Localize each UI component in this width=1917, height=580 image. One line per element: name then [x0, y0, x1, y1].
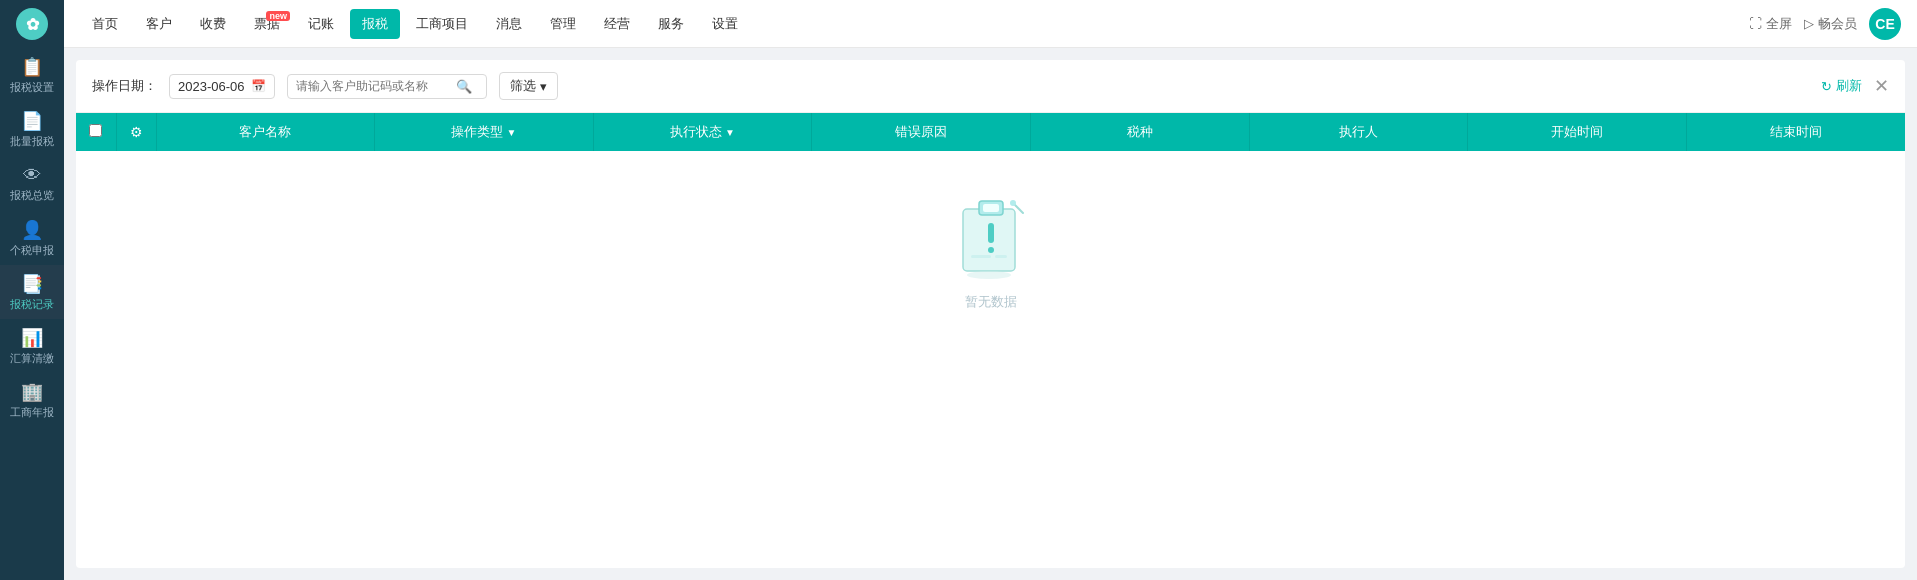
search-input-wrap: 🔍 [287, 74, 487, 99]
th-settings: ⚙ [116, 113, 156, 151]
topnav-right: ⛶ 全屏 ▷ 畅会员 CE [1749, 8, 1901, 40]
nav-item-jingying[interactable]: 经营 [592, 9, 642, 39]
svg-rect-2 [983, 204, 999, 212]
nav-item-home[interactable]: 首页 [80, 9, 130, 39]
refresh-label: 刷新 [1836, 77, 1862, 95]
sort-icon-operation_type: ▼ [506, 127, 516, 138]
svg-rect-8 [995, 255, 1007, 258]
close-btn[interactable]: ✕ [1874, 77, 1889, 95]
nav-item-fuwu[interactable]: 服务 [646, 9, 696, 39]
sidebar-icon-geshui-shenbao: 👤 [21, 219, 43, 241]
nav-item-piaoju[interactable]: 票据new [242, 9, 292, 39]
content: 操作日期： 2023-06-06 📅 🔍 筛选 ▾ ↻ 刷新 [64, 48, 1917, 580]
sidebar-item-baoshui-jilu[interactable]: 📑 报税记录 [0, 265, 64, 319]
date-value: 2023-06-06 [178, 79, 245, 94]
member-icon: ▷ [1804, 16, 1814, 31]
nav-item-customer[interactable]: 客户 [134, 9, 184, 39]
svg-point-9 [967, 271, 1011, 279]
th-exec_status[interactable]: 执行状态▼ [593, 113, 812, 151]
content-panel: 操作日期： 2023-06-06 📅 🔍 筛选 ▾ ↻ 刷新 [76, 60, 1905, 568]
nav-item-guanli[interactable]: 管理 [538, 9, 588, 39]
topnav-items: 首页客户收费票据new记账报税工商项目消息管理经营服务设置 [80, 9, 1749, 39]
nav-item-shezhi[interactable]: 设置 [700, 9, 750, 39]
search-input[interactable] [296, 79, 456, 93]
svg-rect-4 [988, 247, 994, 253]
nav-item-gongshang[interactable]: 工商项目 [404, 9, 480, 39]
th-customer_name: 客户名称 [156, 113, 375, 151]
member-btn[interactable]: ▷ 畅会员 [1804, 15, 1857, 33]
sidebar-icon-gongshang-nianbao: 🏢 [21, 381, 43, 403]
sidebar-icon-huisuan-jiaona: 📊 [21, 327, 43, 349]
refresh-btn[interactable]: ↻ 刷新 [1821, 77, 1862, 95]
nav-item-shoufei[interactable]: 收费 [188, 9, 238, 39]
sidebar: ✿ 📋 报税设置 📄 批量报税 👁 报税总览 👤 个税申报 📑 报税记录 📊 汇… [0, 0, 64, 580]
date-label: 操作日期： [92, 77, 157, 95]
th-operation_type[interactable]: 操作类型▼ [375, 113, 594, 151]
sidebar-label-baoshui-zonlan: 报税总览 [10, 189, 54, 202]
nav-badge-piaoju: new [266, 11, 290, 21]
date-input[interactable]: 2023-06-06 📅 [169, 74, 275, 99]
svg-rect-3 [988, 223, 994, 243]
empty-illustration [951, 191, 1031, 281]
chevron-down-icon: ▾ [540, 79, 547, 94]
sidebar-label-piliang-baoshui: 批量报税 [10, 135, 54, 148]
table-wrap: ⚙ 客户名称操作类型▼执行状态▼错误原因税种执行人开始时间结束时间 [76, 113, 1905, 568]
member-label: 畅会员 [1818, 15, 1857, 33]
refresh-icon: ↻ [1821, 79, 1832, 94]
th-tax_type: 税种 [1031, 113, 1250, 151]
search-icon: 🔍 [456, 79, 472, 94]
calendar-icon: 📅 [251, 79, 266, 93]
sidebar-item-huisuan-jiaona[interactable]: 📊 汇算清缴 [0, 319, 64, 373]
avatar[interactable]: CE [1869, 8, 1901, 40]
sidebar-item-baoshui-shezhi[interactable]: 📋 报税设置 [0, 48, 64, 102]
sidebar-icon-baoshui-shezhi: 📋 [21, 56, 43, 78]
th-end_time: 结束时间 [1686, 113, 1905, 151]
nav-item-jizhang[interactable]: 记账 [296, 9, 346, 39]
th-start_time: 开始时间 [1468, 113, 1687, 151]
svg-point-6 [1010, 200, 1016, 206]
th-executor: 执行人 [1249, 113, 1468, 151]
sidebar-logo: ✿ [0, 0, 64, 48]
topnav: 首页客户收费票据new记账报税工商项目消息管理经营服务设置 ⛶ 全屏 ▷ 畅会员… [64, 0, 1917, 48]
svg-rect-7 [971, 255, 991, 258]
sidebar-label-baoshui-shezhi: 报税设置 [10, 81, 54, 94]
sort-icon-exec_status: ▼ [725, 127, 735, 138]
sidebar-label-huisuan-jiaona: 汇算清缴 [10, 352, 54, 365]
select-all-checkbox[interactable] [89, 124, 102, 137]
sidebar-icon-piliang-baoshui: 📄 [21, 110, 43, 132]
filter-label: 筛选 [510, 77, 536, 95]
nav-item-baoshui[interactable]: 报税 [350, 9, 400, 39]
sidebar-item-baoshui-zonlan[interactable]: 👁 报税总览 [0, 156, 64, 210]
filter-btn[interactable]: 筛选 ▾ [499, 72, 558, 100]
nav-item-xiaoxi[interactable]: 消息 [484, 9, 534, 39]
fullscreen-label: 全屏 [1766, 15, 1792, 33]
settings-icon[interactable]: ⚙ [130, 124, 143, 140]
main-area: 首页客户收费票据new记账报税工商项目消息管理经营服务设置 ⛶ 全屏 ▷ 畅会员… [64, 0, 1917, 580]
sidebar-label-gongshang-nianbao: 工商年报 [10, 406, 54, 419]
sidebar-label-geshui-shenbao: 个税申报 [10, 244, 54, 257]
logo-icon: ✿ [16, 8, 48, 40]
sidebar-item-geshui-shenbao[interactable]: 👤 个税申报 [0, 211, 64, 265]
fullscreen-icon: ⛶ [1749, 16, 1762, 31]
empty-text: 暂无数据 [965, 293, 1017, 311]
sidebar-label-baoshui-jilu: 报税记录 [10, 298, 54, 311]
sidebar-item-gongshang-nianbao[interactable]: 🏢 工商年报 [0, 373, 64, 427]
sidebar-item-piliang-baoshui[interactable]: 📄 批量报税 [0, 102, 64, 156]
table-header-row: ⚙ 客户名称操作类型▼执行状态▼错误原因税种执行人开始时间结束时间 [76, 113, 1905, 151]
empty-state: 暂无数据 [76, 151, 1905, 351]
data-table: ⚙ 客户名称操作类型▼执行状态▼错误原因税种执行人开始时间结束时间 [76, 113, 1905, 151]
toolbar: 操作日期： 2023-06-06 📅 🔍 筛选 ▾ ↻ 刷新 [76, 60, 1905, 113]
th-error_reason: 错误原因 [812, 113, 1031, 151]
sidebar-icon-baoshui-jilu: 📑 [21, 273, 43, 295]
fullscreen-btn[interactable]: ⛶ 全屏 [1749, 15, 1792, 33]
sidebar-icon-baoshui-zonlan: 👁 [21, 164, 43, 186]
th-checkbox [76, 113, 116, 151]
